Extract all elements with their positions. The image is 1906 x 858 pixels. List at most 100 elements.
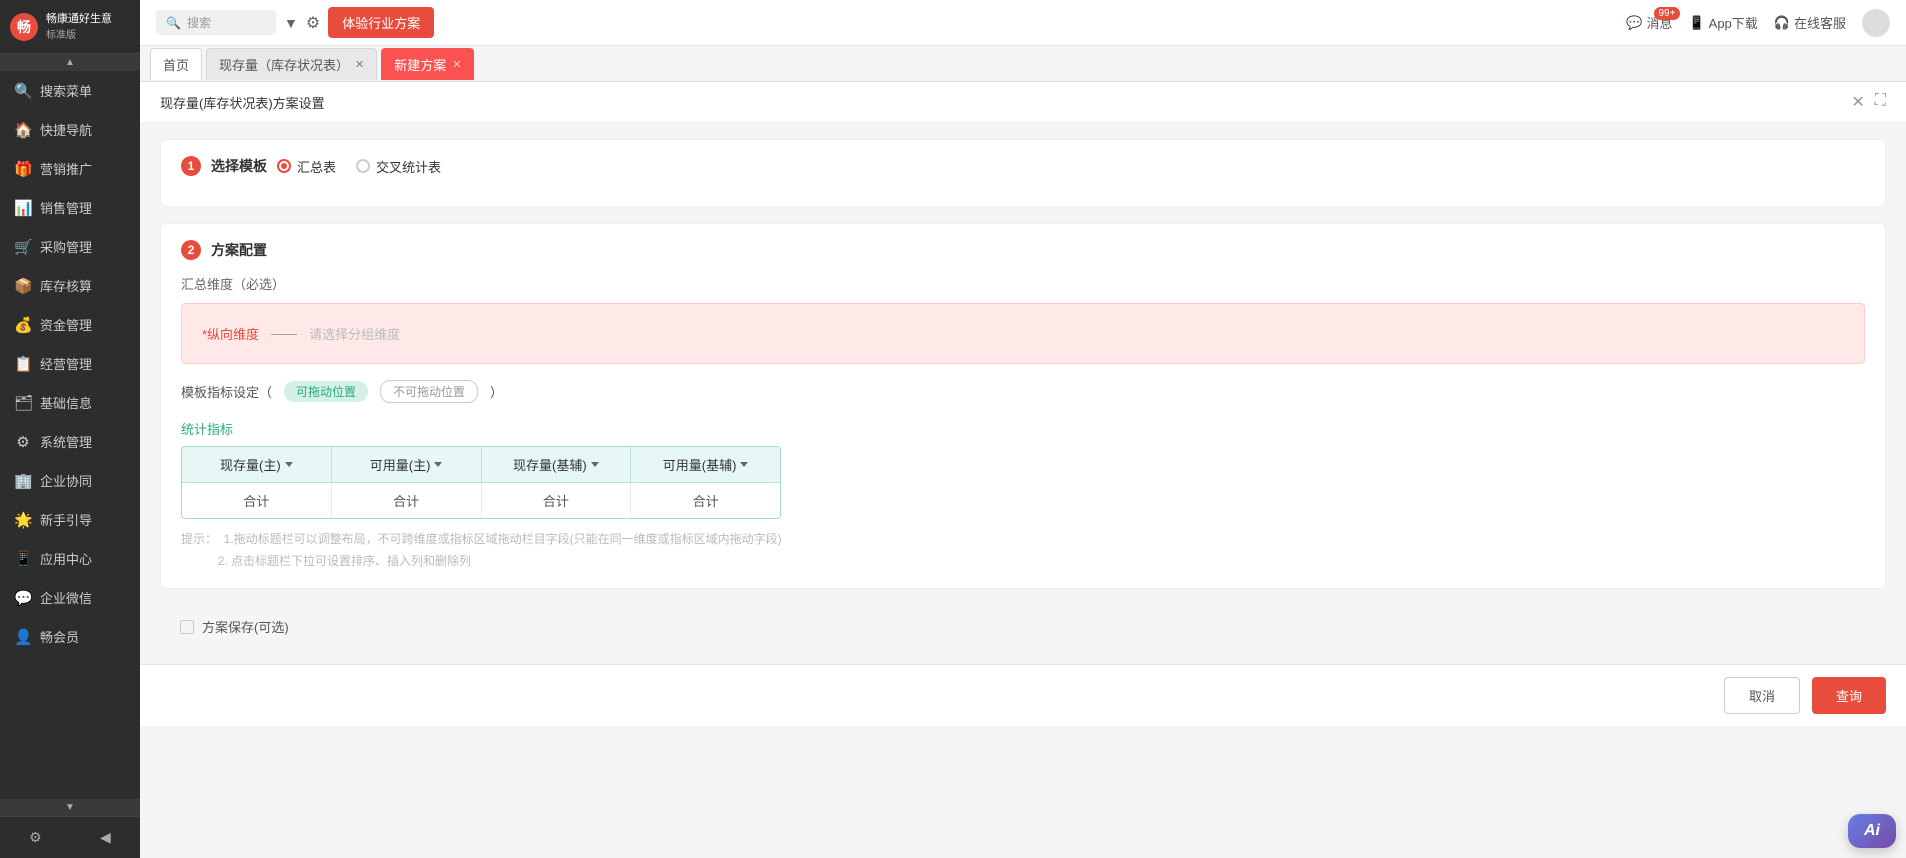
dimension-placeholder: 请选择分组维度 — [309, 324, 400, 343]
dimension-area[interactable]: *纵向维度 —— 请选择分组维度 — [181, 303, 1865, 364]
stats-col-1-label: 现存量(主) — [220, 455, 281, 474]
user-avatar[interactable] — [1862, 9, 1890, 37]
content-area: 现存量(库存状况表)方案设置 ✕ ⛶ 1 选择模板 汇总表 — [140, 82, 1906, 858]
sidebar-item-basic-info[interactable]: 🗂 基础信息 — [0, 383, 140, 422]
tab-new-scheme[interactable]: 新建方案 ✕ — [381, 48, 474, 80]
tab-home-label: 首页 — [163, 55, 189, 74]
sidebar-item-label: 基础信息 — [40, 393, 92, 412]
tab-inventory-status-close[interactable]: ✕ — [355, 58, 364, 71]
section-2: 2 方案配置 汇总维度（必选） *纵向维度 —— 请选择分组维度 模板指标设定（… — [160, 223, 1886, 589]
tips-section: 提示： 1.拖动标题栏可以调整布局，不可跨维度或指标区域拖动栏目字段(只能在同一… — [181, 529, 1865, 572]
dimension-required-label: *纵向维度 — [202, 324, 259, 343]
save-scheme-checkbox[interactable] — [180, 620, 194, 634]
operations-icon: 📋 — [14, 355, 32, 373]
sidebar-item-sales[interactable]: 📊 销售管理 — [0, 188, 140, 227]
sidebar-item-finance[interactable]: 💰 资金管理 — [0, 305, 140, 344]
template-radio-group: 汇总表 交叉统计表 — [277, 157, 441, 176]
query-button[interactable]: 查询 — [1812, 677, 1886, 714]
member-icon: 👤 — [14, 628, 32, 646]
radio-summary-circle — [277, 159, 291, 173]
ai-float-button[interactable]: Ai — [1848, 814, 1896, 848]
radio-summary-label: 汇总表 — [297, 157, 336, 176]
sidebar-item-operations[interactable]: 📋 经营管理 — [0, 344, 140, 383]
online-service-btn[interactable]: 🎧 在线客服 — [1774, 13, 1846, 32]
stats-col-2-dropdown-icon — [434, 462, 442, 467]
sidebar-item-label: 企业协同 — [40, 471, 92, 490]
stats-col-4-header[interactable]: 可用量(基辅) — [631, 447, 780, 482]
sidebar-item-purchase[interactable]: 🛒 采购管理 — [0, 227, 140, 266]
sidebar-scroll-up[interactable]: ▲ — [0, 54, 140, 71]
page-title: 现存量(库存状况表)方案设置 — [160, 93, 325, 112]
non-draggable-chip: 不可拖动位置 — [380, 380, 478, 403]
sidebar-item-system[interactable]: ⚙ 系统管理 — [0, 422, 140, 461]
sidebar-nav: 🔍 搜索菜单 🏠 快捷导航 🎁 营销推广 📊 销售管理 🛒 采购管理 📦 库存核… — [0, 71, 140, 799]
tab-home[interactable]: 首页 — [150, 48, 202, 80]
tab-inventory-status[interactable]: 现存量（库存状况表） ✕ — [206, 48, 377, 80]
sidebar-item-inventory[interactable]: 📦 库存核算 — [0, 266, 140, 305]
sidebar-item-newbie[interactable]: 🌟 新手引导 — [0, 500, 140, 539]
finance-icon: 💰 — [14, 316, 32, 334]
topbar-gear-btn[interactable]: ⚙ — [306, 13, 320, 33]
indicator-setting-row: 模板指标设定（ 可拖动位置 不可拖动位置 ） — [181, 380, 1865, 403]
wechat-icon: 💬 — [14, 589, 32, 607]
search-box[interactable]: 🔍 搜索 — [156, 10, 276, 35]
sidebar-item-enterprise[interactable]: 🏢 企业协同 — [0, 461, 140, 500]
section1-badge: 1 — [181, 156, 201, 176]
topbar-right: 💬 消息 99+ 📱 App下载 🎧 在线客服 — [1626, 9, 1890, 37]
app-logo: 畅 畅康通好生意 标准版 — [0, 0, 140, 54]
radio-summary[interactable]: 汇总表 — [277, 157, 336, 176]
sidebar-item-wechat[interactable]: 💬 企业微信 — [0, 578, 140, 617]
stats-col-4-dropdown-icon — [740, 462, 748, 467]
toggle-sidebar-btn[interactable]: ◀ — [92, 825, 119, 850]
footer-bar: 取消 查询 — [140, 664, 1906, 726]
search-dropdown-btn[interactable]: ▼ — [284, 15, 298, 31]
sidebar-item-label: 畅会员 — [40, 627, 79, 646]
section2-header: 2 方案配置 — [181, 240, 1865, 260]
dimension-arrow: —— — [271, 326, 297, 341]
section2-label: 方案配置 — [211, 240, 267, 260]
radio-cross[interactable]: 交叉统计表 — [356, 157, 441, 176]
stats-col-3-dropdown-icon — [591, 462, 599, 467]
sidebar-item-label: 销售管理 — [40, 198, 92, 217]
sidebar-item-marketing[interactable]: 🎁 营销推广 — [0, 149, 140, 188]
logo-icon: 畅 — [10, 13, 38, 41]
service-icon: 🎧 — [1774, 15, 1790, 31]
page-body: 1 选择模板 汇总表 交叉统计表 — [140, 123, 1906, 664]
app-download-btn[interactable]: 📱 App下载 — [1688, 13, 1757, 32]
sidebar-item-label: 采购管理 — [40, 237, 92, 256]
tab-new-scheme-close[interactable]: ✕ — [452, 58, 461, 71]
tab-new-scheme-label: 新建方案 — [394, 55, 446, 74]
tip-1: 提示： 1.拖动标题栏可以调整布局，不可跨维度或指标区域拖动栏目字段(只能在同一… — [181, 529, 1865, 551]
app-download-icon: 📱 — [1688, 15, 1704, 31]
message-btn[interactable]: 💬 消息 99+ — [1626, 13, 1672, 32]
stats-col-1-header[interactable]: 现存量(主) — [182, 447, 332, 482]
stats-cell-1-1: 合计 — [182, 483, 332, 518]
save-row: 方案保存(可选) — [160, 605, 1886, 648]
newbie-icon: 🌟 — [14, 511, 32, 529]
sales-icon: 📊 — [14, 199, 32, 217]
sidebar-scroll-down[interactable]: ▼ — [0, 799, 140, 816]
close-panel-btn[interactable]: ✕ — [1851, 92, 1864, 112]
trial-btn[interactable]: 体验行业方案 — [328, 7, 434, 38]
sidebar-item-quick-nav[interactable]: 🏠 快捷导航 — [0, 110, 140, 149]
sidebar-item-label: 应用中心 — [40, 549, 92, 568]
cancel-button[interactable]: 取消 — [1724, 677, 1800, 714]
stats-cell-1-2: 合计 — [332, 483, 482, 518]
sidebar-item-app-center[interactable]: 📱 应用中心 — [0, 539, 140, 578]
search-menu-icon: 🔍 — [14, 82, 32, 100]
message-icon: 💬 — [1626, 15, 1642, 31]
sidebar-item-label: 企业微信 — [40, 588, 92, 607]
settings-footer-btn[interactable]: ⚙ — [21, 825, 50, 850]
stats-col-3-header[interactable]: 现存量(基辅) — [482, 447, 632, 482]
tabs-bar: 首页 现存量（库存状况表） ✕ 新建方案 ✕ — [140, 46, 1906, 82]
quick-nav-icon: 🏠 — [14, 121, 32, 139]
stats-col-2-header[interactable]: 可用量(主) — [332, 447, 482, 482]
dimension-section-label: 汇总维度（必选） — [181, 274, 1865, 293]
sidebar-item-member[interactable]: 👤 畅会员 — [0, 617, 140, 656]
section2-badge: 2 — [181, 240, 201, 260]
sidebar-item-label: 快捷导航 — [40, 120, 92, 139]
expand-panel-btn[interactable]: ⛶ — [1875, 92, 1886, 112]
sidebar-item-search-menu[interactable]: 🔍 搜索菜单 — [0, 71, 140, 110]
sidebar-item-label: 新手引导 — [40, 510, 92, 529]
purchase-icon: 🛒 — [14, 238, 32, 256]
